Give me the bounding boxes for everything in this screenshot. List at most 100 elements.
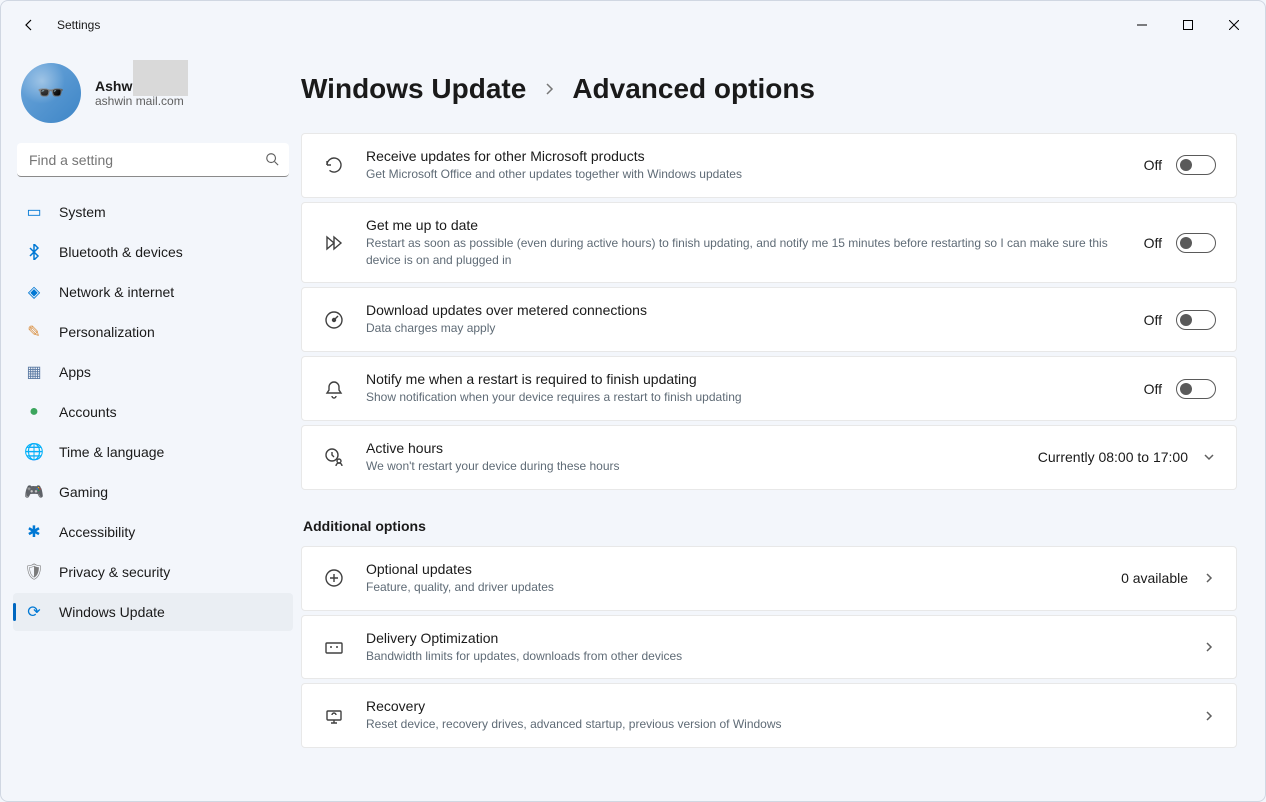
toggle-switch[interactable] <box>1176 155 1216 175</box>
sidebar-item-label: System <box>59 204 106 220</box>
maximize-icon <box>1183 20 1193 30</box>
apps-icon: ▦ <box>25 363 43 381</box>
card-delivery-optimization[interactable]: Delivery Optimization Bandwidth limits f… <box>301 615 1237 680</box>
card-receive-updates[interactable]: Receive updates for other Microsoft prod… <box>301 133 1237 198</box>
card-title: Active hours <box>366 440 1018 456</box>
sidebar-item-bluetooth[interactable]: Bluetooth & devices <box>13 233 293 271</box>
window-title: Settings <box>57 18 100 32</box>
chevron-down-icon <box>1202 450 1216 464</box>
card-title: Optional updates <box>366 561 1101 577</box>
sidebar-item-privacy[interactable]: 🛡 Privacy & security <box>13 553 293 591</box>
nav-list: ▭ System Bluetooth & devices ◈ Network & i… <box>13 193 293 631</box>
toggle-switch[interactable] <box>1176 233 1216 253</box>
accessibility-icon: ✱ <box>25 523 43 541</box>
toggle-state: Off <box>1144 157 1162 173</box>
monitor-icon: ▭ <box>25 203 43 221</box>
card-trail-text: 0 available <box>1121 570 1188 586</box>
search-icon <box>265 152 279 166</box>
card-recovery[interactable]: Recovery Reset device, recovery drives, … <box>301 683 1237 748</box>
sidebar-item-label: Network & internet <box>59 284 174 300</box>
breadcrumb: Windows Update Advanced options <box>301 73 1237 105</box>
arrow-left-icon <box>21 17 37 33</box>
brush-icon: ✎ <box>25 323 43 341</box>
sidebar-item-gaming[interactable]: 🎮 Gaming <box>13 473 293 511</box>
recovery-icon <box>322 704 346 728</box>
wifi-icon: ◈ <box>25 283 43 301</box>
card-notify-restart[interactable]: Notify me when a restart is required to … <box>301 356 1237 421</box>
sidebar-item-accessibility[interactable]: ✱ Accessibility <box>13 513 293 551</box>
sidebar-item-accounts[interactable]: ● Accounts <box>13 393 293 431</box>
history-icon <box>322 153 346 177</box>
toggle-switch[interactable] <box>1176 310 1216 330</box>
card-trail-text: Currently 08:00 to 17:00 <box>1038 449 1188 465</box>
breadcrumb-current: Advanced options <box>572 73 815 105</box>
card-title: Notify me when a restart is required to … <box>366 371 1124 387</box>
card-subtitle: Data charges may apply <box>366 320 1124 337</box>
sidebar-item-label: Time & language <box>59 444 164 460</box>
card-subtitle: Restart as soon as possible (even during… <box>366 235 1124 269</box>
sidebar-item-label: Apps <box>59 364 91 380</box>
toggle-switch[interactable] <box>1176 379 1216 399</box>
breadcrumb-parent[interactable]: Windows Update <box>301 73 526 105</box>
main-content: Windows Update Advanced options Receive … <box>301 49 1265 801</box>
card-metered[interactable]: Download updates over metered connection… <box>301 287 1237 352</box>
section-additional-label: Additional options <box>303 518 1237 534</box>
fast-forward-icon <box>322 231 346 255</box>
sidebar-item-personalization[interactable]: ✎ Personalization <box>13 313 293 351</box>
avatar: 🕶️ <box>21 63 81 123</box>
sidebar-item-time[interactable]: 🌐 Time & language <box>13 433 293 471</box>
chevron-right-icon <box>1202 640 1216 654</box>
window-controls <box>1119 9 1257 41</box>
sidebar-item-system[interactable]: ▭ System <box>13 193 293 231</box>
sidebar-item-label: Accounts <box>59 404 117 420</box>
card-subtitle: Bandwidth limits for updates, downloads … <box>366 648 1182 665</box>
toggle-state: Off <box>1144 381 1162 397</box>
profile-block[interactable]: 🕶️ Ashwi ashwin mail.com <box>13 59 293 143</box>
card-subtitle: Get Microsoft Office and other updates t… <box>366 166 1124 183</box>
card-subtitle: Feature, quality, and driver updates <box>366 579 1101 596</box>
plus-circle-icon <box>322 566 346 590</box>
profile-email: ashwin mail.com <box>95 94 184 108</box>
chevron-right-icon <box>1202 709 1216 723</box>
card-optional-updates[interactable]: Optional updates Feature, quality, and d… <box>301 546 1237 611</box>
globe-icon: 🌐 <box>25 443 43 461</box>
sidebar-item-apps[interactable]: ▦ Apps <box>13 353 293 391</box>
titlebar: Settings <box>1 1 1265 49</box>
card-active-hours[interactable]: Active hours We won't restart your devic… <box>301 425 1237 490</box>
sidebar-item-label: Accessibility <box>59 524 135 540</box>
back-button[interactable] <box>9 7 49 43</box>
card-title: Receive updates for other Microsoft prod… <box>366 148 1124 164</box>
bluetooth-icon <box>25 243 43 261</box>
sidebar-item-label: Gaming <box>59 484 108 500</box>
gamepad-icon: 🎮 <box>25 483 43 501</box>
close-button[interactable] <box>1211 9 1257 41</box>
gauge-icon <box>322 308 346 332</box>
card-get-me-up-to-date[interactable]: Get me up to date Restart as soon as pos… <box>301 202 1237 284</box>
sidebar: 🕶️ Ashwi ashwin mail.com ▭ System Bluetoo… <box>1 49 301 801</box>
person-icon: ● <box>25 403 43 421</box>
sidebar-item-network[interactable]: ◈ Network & internet <box>13 273 293 311</box>
card-title: Download updates over metered connection… <box>366 302 1124 318</box>
delivery-icon <box>322 635 346 659</box>
card-subtitle: We won't restart your device during thes… <box>366 458 1018 475</box>
shield-icon: 🛡 <box>25 563 43 581</box>
sidebar-item-label: Windows Update <box>59 604 165 620</box>
toggle-state: Off <box>1144 312 1162 328</box>
card-title: Get me up to date <box>366 217 1124 233</box>
maximize-button[interactable] <box>1165 9 1211 41</box>
search-input[interactable] <box>17 143 289 177</box>
card-title: Delivery Optimization <box>366 630 1182 646</box>
bell-icon <box>322 377 346 401</box>
search-wrap <box>17 143 289 177</box>
chevron-right-icon <box>542 82 556 96</box>
minimize-icon <box>1137 20 1147 30</box>
clock-person-icon <box>322 445 346 469</box>
sidebar-item-windows-update[interactable]: ⟳Windows Update <box>13 593 293 631</box>
minimize-button[interactable] <box>1119 9 1165 41</box>
sidebar-item-label: Bluetooth & devices <box>59 244 183 260</box>
chevron-right-icon <box>1202 571 1216 585</box>
card-subtitle: Reset device, recovery drives, advanced … <box>366 716 1182 733</box>
card-title: Recovery <box>366 698 1182 714</box>
sidebar-item-label: Privacy & security <box>59 564 170 580</box>
sidebar-item-label: Personalization <box>59 324 155 340</box>
